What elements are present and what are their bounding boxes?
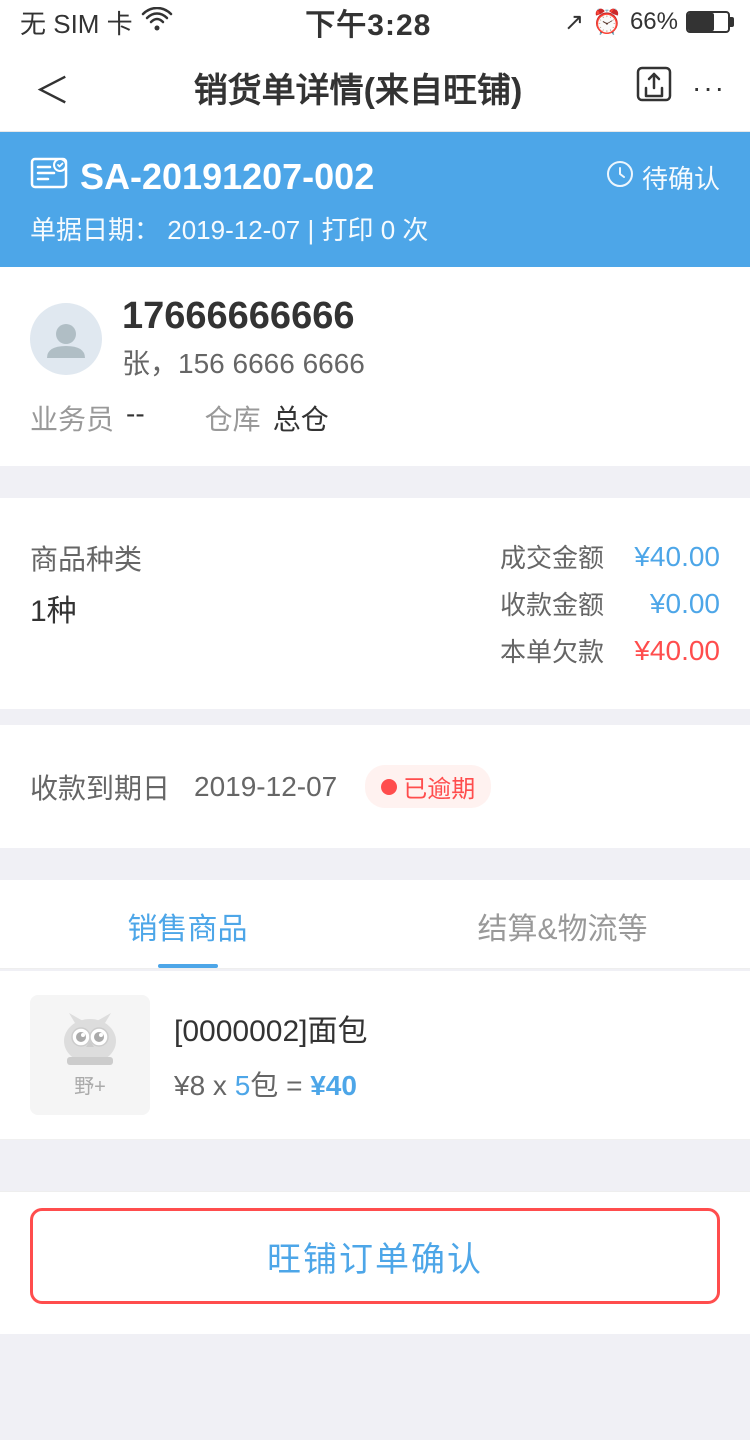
order-id-text: SA-20191207-002 <box>80 156 374 198</box>
summary-right: 成交金额 ¥40.00 收款金额 ¥0.00 本单欠款 ¥40.00 <box>500 538 720 669</box>
alarm-icon: ⏰ <box>592 8 622 37</box>
back-button[interactable]: ＜ <box>24 52 80 124</box>
summary-value-2: ¥40.00 <box>620 635 720 667</box>
product-image-0: 野+ <box>30 995 150 1115</box>
summary-row-0: 成交金额 ¥40.00 <box>500 538 720 575</box>
status-time: 下午3:28 <box>305 0 431 44</box>
product-info-0: [0000002]面包 ¥8 x 5包 = ¥40 <box>174 1006 720 1104</box>
salesman-item: 业务员 -- <box>30 398 145 438</box>
product-total: ¥40 <box>310 1070 357 1101</box>
divider-2 <box>0 864 750 880</box>
tabs-container: 销售商品 结算&物流等 <box>0 880 750 969</box>
customer-meta: 业务员 -- 仓库 总仓 <box>30 398 720 438</box>
location-icon: ↗ <box>564 8 584 37</box>
summary-value-1: ¥0.00 <box>620 588 720 620</box>
order-status: 待确认 <box>606 159 720 196</box>
carrier-label: 无 SIM 卡 <box>20 4 133 41</box>
status-right: ↗ ⏰ 66% <box>564 8 730 37</box>
customer-section: 17666666666 张，156 6666 6666 业务员 -- 仓库 总仓 <box>0 267 750 466</box>
summary-section: 商品种类 1种 成交金额 ¥40.00 收款金额 ¥0.00 本单欠款 ¥40.… <box>0 498 750 709</box>
customer-info: 17666666666 张，156 6666 6666 <box>122 295 365 382</box>
due-date-label: 收款到期日 <box>30 767 170 807</box>
salesman-value: -- <box>126 398 145 438</box>
battery-icon <box>686 11 730 33</box>
product-img-placeholder: 野+ <box>30 995 150 1115</box>
summary-left: 商品种类 1种 <box>30 538 142 630</box>
status-bar: 无 SIM 卡 下午3:28 ↗ ⏰ 66% <box>0 0 750 44</box>
warehouse-item: 仓库 总仓 <box>205 398 329 438</box>
status-clock-icon <box>606 160 634 195</box>
status-left: 无 SIM 卡 <box>20 4 173 41</box>
customer-name: 张，156 6666 6666 <box>122 342 365 382</box>
date-label: 单据日期： <box>30 215 160 245</box>
order-id-icon <box>30 156 68 198</box>
overdue-text: 已逾期 <box>403 769 475 804</box>
order-id-row: SA-20191207-002 <box>30 156 374 198</box>
due-date-section: 收款到期日 2019-12-07 已逾期 <box>0 725 750 848</box>
summary-value-0: ¥40.00 <box>620 541 720 573</box>
customer-top: 17666666666 张，156 6666 6666 <box>30 295 720 382</box>
avatar <box>30 303 102 375</box>
product-list: 野+ [0000002]面包 ¥8 x 5包 = ¥40 <box>0 971 750 1140</box>
warehouse-value: 总仓 <box>273 398 329 438</box>
order-header: SA-20191207-002 待确认 单据日期： 2019-12-07 | 打… <box>0 132 750 267</box>
product-qty: 5 <box>235 1070 251 1101</box>
warehouse-label: 仓库 <box>205 398 261 438</box>
summary-label-1: 收款金额 <box>500 585 604 622</box>
summary-label-0: 成交金额 <box>500 538 604 575</box>
due-date-value: 2019-12-07 <box>194 771 337 803</box>
product-type-label: 商品种类 <box>30 538 142 578</box>
battery-percent: 66% <box>630 8 678 36</box>
price-equals: = <box>278 1070 310 1101</box>
tab-settlement[interactable]: 结算&物流等 <box>375 880 750 968</box>
owl-plus-icon: 野+ <box>74 1070 106 1099</box>
nav-actions: ··· <box>636 66 726 110</box>
divider-1 <box>0 482 750 498</box>
overdue-dot-icon <box>381 779 397 795</box>
wifi-icon <box>141 7 173 38</box>
summary-row-2: 本单欠款 ¥40.00 <box>500 632 720 669</box>
more-icon[interactable]: ··· <box>692 72 726 104</box>
summary-row-1: 收款金额 ¥0.00 <box>500 585 720 622</box>
bottom-bar: 旺铺订单确认 <box>0 1191 750 1334</box>
status-text: 待确认 <box>642 159 720 196</box>
overdue-badge: 已逾期 <box>365 765 491 808</box>
summary-label-2: 本单欠款 <box>500 632 604 669</box>
order-date-row: 单据日期： 2019-12-07 | 打印 0 次 <box>30 210 720 247</box>
product-type-value: 1种 <box>30 586 142 630</box>
salesman-label: 业务员 <box>30 398 114 438</box>
customer-phone: 17666666666 <box>122 295 365 338</box>
tab-sales-products[interactable]: 销售商品 <box>0 880 375 968</box>
product-price-row-0: ¥8 x 5包 = ¥40 <box>174 1064 720 1104</box>
order-date: 2019-12-07 <box>167 215 300 245</box>
price-prefix: ¥8 x <box>174 1070 235 1101</box>
owl-icon <box>55 1011 125 1074</box>
print-info: 打印 0 次 <box>321 215 428 245</box>
share-icon[interactable] <box>636 66 672 110</box>
confirm-order-button[interactable]: 旺铺订单确认 <box>30 1208 720 1304</box>
product-item-0: 野+ [0000002]面包 ¥8 x 5包 = ¥40 <box>0 971 750 1140</box>
date-separator: | <box>307 215 321 245</box>
product-name-0: [0000002]面包 <box>174 1006 720 1050</box>
price-unit: 包 <box>250 1070 278 1101</box>
nav-bar: ＜ 销货单详情(来自旺铺) ··· <box>0 44 750 132</box>
page-title: 销货单详情(来自旺铺) <box>80 63 636 112</box>
